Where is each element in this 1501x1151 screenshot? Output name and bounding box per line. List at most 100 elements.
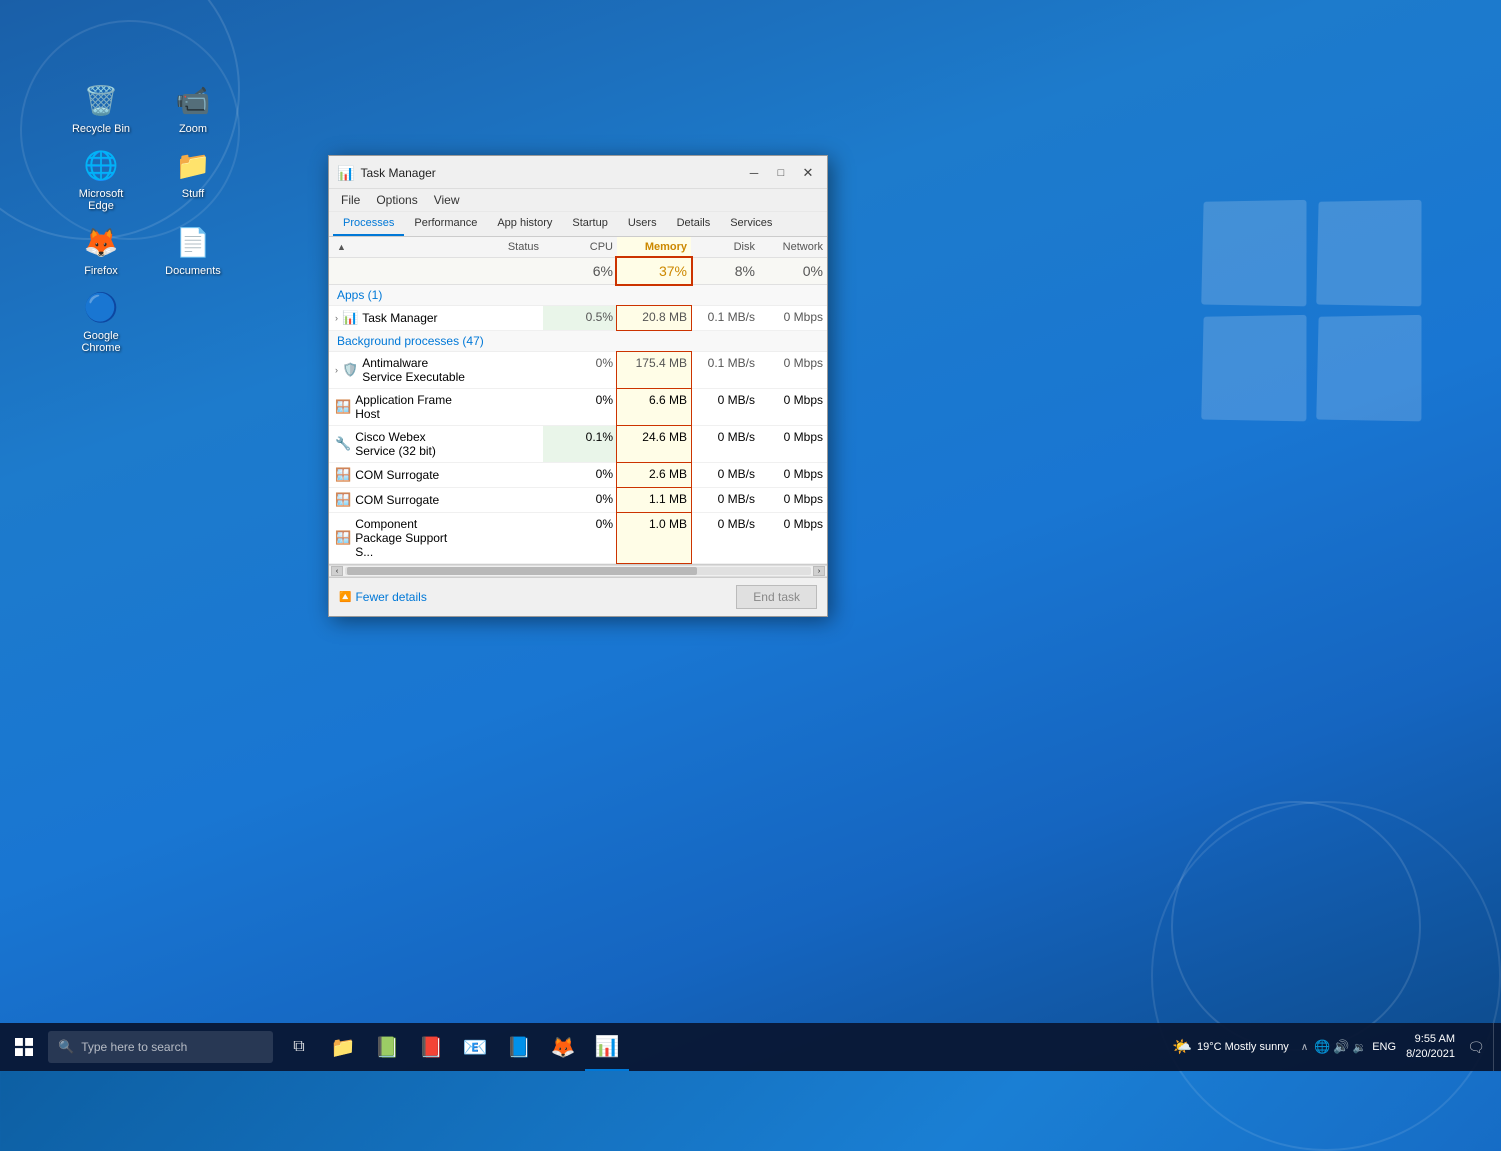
menu-bar: File Options View: [329, 189, 827, 212]
weather-icon: 🌤️: [1172, 1037, 1192, 1057]
documents-label: Documents: [165, 265, 221, 277]
minimize-button[interactable]: ─: [741, 162, 767, 184]
end-task-button[interactable]: End task: [736, 585, 817, 609]
proc-name-cell: › 🛡️ Antimalware Service Executable: [329, 352, 471, 388]
win-pane-tl: [1201, 200, 1306, 307]
col-network-header[interactable]: Network: [759, 237, 827, 257]
apps-section-header: Apps (1): [329, 285, 827, 306]
zoom-icon: 📹: [173, 80, 213, 120]
tray-expand-button[interactable]: ∧: [1301, 1042, 1308, 1053]
title-bar: 📊 Task Manager ─ □ ✕: [329, 156, 827, 189]
win-pane-br: [1316, 315, 1421, 422]
table-row[interactable]: 🔧 Cisco Webex Service (32 bit) 0.1% 24.6…: [329, 426, 827, 463]
weather-text: 19°C Mostly sunny: [1197, 1041, 1289, 1053]
deco-circle-3: [1151, 801, 1501, 1151]
fewer-details-label: Fewer details: [355, 590, 426, 604]
taskbar-app-task-manager[interactable]: 📊: [585, 1023, 629, 1071]
tab-performance[interactable]: Performance: [404, 212, 487, 236]
system-tray: 🌤️ 19°C Mostly sunny ∧ 🌐 🔊 🔉 ENG 9:55 AM…: [1166, 1023, 1501, 1071]
col-cpu-header[interactable]: CPU: [543, 237, 617, 257]
zoom-label: Zoom: [179, 123, 207, 135]
table-row[interactable]: 🪟 Component Package Support S... 0% 1.0 …: [329, 513, 827, 564]
desktop-icon-documents[interactable]: 📄 Documents: [157, 222, 229, 277]
stuff-label: Stuff: [182, 188, 204, 200]
process-list[interactable]: Apps (1) › 📊 Task Manager 0.5% 20.8 MB 0…: [329, 285, 827, 565]
edge-icon: 🌐: [81, 145, 121, 185]
show-desktop-button[interactable]: [1493, 1023, 1501, 1071]
recycle-bin-icon: 🗑️: [81, 80, 121, 120]
horizontal-scrollbar[interactable]: ‹ ›: [329, 565, 827, 577]
desktop-icon-stuff[interactable]: 📁 Stuff: [157, 145, 229, 212]
task-manager-window: 📊 Task Manager ─ □ ✕ File Options View P…: [328, 155, 828, 617]
tab-users[interactable]: Users: [618, 212, 667, 236]
scroll-right-button[interactable]: ›: [813, 566, 825, 576]
taskbar: 🔍 Type here to search ⧉ 📁 📗 📕 📧 📘 🦊 📊 🌤️…: [0, 1023, 1501, 1071]
time-display: 9:55 AM: [1406, 1032, 1455, 1047]
desktop-icon-edge[interactable]: 🌐 Microsoft Edge: [65, 145, 137, 212]
desktop-icons-container: 🗑️ Recycle Bin 📹 Zoom 🌐 Microsoft Edge 📁…: [65, 80, 229, 354]
firefox-icon: 🦊: [81, 222, 121, 262]
desktop-icon-recycle-bin[interactable]: 🗑️ Recycle Bin: [65, 80, 137, 135]
maximize-button[interactable]: □: [768, 162, 794, 184]
table-row[interactable]: › 📊 Task Manager 0.5% 20.8 MB 0.1 MB/s 0…: [329, 306, 827, 331]
column-area: ▲ Status CPU Memory Disk Network 6% 37% …: [329, 237, 827, 285]
tray-icons: 🌐 🔊 🔉: [1314, 1039, 1366, 1055]
tab-processes[interactable]: Processes: [333, 212, 404, 236]
proc-name-cell: 🔧 Cisco Webex Service (32 bit): [329, 426, 471, 462]
desktop: 🗑️ Recycle Bin 📹 Zoom 🌐 Microsoft Edge 📁…: [0, 0, 1501, 1071]
weather-widget[interactable]: 🌤️ 19°C Mostly sunny: [1166, 1037, 1295, 1057]
task-manager-title-icon: 📊: [337, 165, 354, 182]
task-manager-title: Task Manager: [360, 166, 435, 180]
tab-app-history[interactable]: App history: [487, 212, 562, 236]
edge-label: Microsoft Edge: [65, 188, 137, 212]
taskbar-search[interactable]: 🔍 Type here to search: [48, 1031, 273, 1063]
language-label[interactable]: ENG: [1372, 1041, 1396, 1053]
start-button[interactable]: [0, 1023, 48, 1071]
speaker-icon[interactable]: 🔊: [1333, 1039, 1349, 1055]
proc-name-cell: 🪟 Component Package Support S...: [329, 513, 471, 563]
col-memory-header[interactable]: Memory: [617, 237, 691, 257]
recycle-bin-label: Recycle Bin: [72, 123, 130, 135]
desktop-icon-chrome[interactable]: 🔵 Google Chrome: [65, 287, 137, 354]
desktop-icon-firefox[interactable]: 🦊 Firefox: [65, 222, 137, 277]
fewer-details-button[interactable]: 🔼 Fewer details: [339, 590, 427, 604]
notification-button[interactable]: 🗨: [1465, 1023, 1487, 1071]
documents-icon: 📄: [173, 222, 213, 262]
col-disk-header[interactable]: Disk: [691, 237, 759, 257]
menu-view[interactable]: View: [426, 191, 468, 209]
col-status-header[interactable]: Status: [471, 237, 543, 257]
pct-status: [471, 258, 543, 284]
network-icon[interactable]: 🌐: [1314, 1039, 1330, 1055]
search-icon: 🔍: [58, 1039, 74, 1055]
table-row[interactable]: 🪟 Application Frame Host 0% 6.6 MB 0 MB/…: [329, 389, 827, 426]
volume-icon[interactable]: 🔉: [1353, 1041, 1367, 1054]
taskbar-app-outlook[interactable]: 📧: [453, 1023, 497, 1071]
proc-status-cell: [471, 306, 543, 330]
clock-widget[interactable]: 9:55 AM 8/20/2021: [1402, 1032, 1459, 1063]
proc-cpu-cell: 0.5%: [543, 306, 617, 330]
proc-name-cell: 🪟 COM Surrogate: [329, 463, 471, 487]
taskbar-app-file-explorer[interactable]: 📁: [321, 1023, 365, 1071]
table-row[interactable]: 🪟 COM Surrogate 0% 1.1 MB 0 MB/s 0 Mbps: [329, 488, 827, 513]
proc-name-cell: 🪟 Application Frame Host: [329, 389, 471, 425]
taskbar-app-excel[interactable]: 📗: [365, 1023, 409, 1071]
taskbar-app-word[interactable]: 📘: [497, 1023, 541, 1071]
taskbar-app-powerpoint[interactable]: 📕: [409, 1023, 453, 1071]
desktop-icon-zoom[interactable]: 📹 Zoom: [157, 80, 229, 135]
pct-memory: 37%: [617, 258, 691, 284]
table-row[interactable]: 🪟 COM Surrogate 0% 2.6 MB 0 MB/s 0 Mbps: [329, 463, 827, 488]
deco-circle-4: [1171, 801, 1421, 1051]
table-row[interactable]: › 🛡️ Antimalware Service Executable 0% 1…: [329, 352, 827, 389]
chevron-up-icon: 🔼: [339, 592, 351, 603]
scroll-left-button[interactable]: ‹: [331, 566, 343, 576]
tab-details[interactable]: Details: [667, 212, 721, 236]
close-button[interactable]: ✕: [795, 162, 821, 184]
menu-options[interactable]: Options: [368, 191, 425, 209]
taskbar-app-firefox[interactable]: 🦊: [541, 1023, 585, 1071]
date-display: 8/20/2021: [1406, 1047, 1455, 1062]
tab-services[interactable]: Services: [720, 212, 782, 236]
col-name-sort[interactable]: ▲: [329, 237, 471, 257]
taskbar-app-task-view[interactable]: ⧉: [277, 1023, 321, 1071]
menu-file[interactable]: File: [333, 191, 368, 209]
tab-startup[interactable]: Startup: [562, 212, 617, 236]
